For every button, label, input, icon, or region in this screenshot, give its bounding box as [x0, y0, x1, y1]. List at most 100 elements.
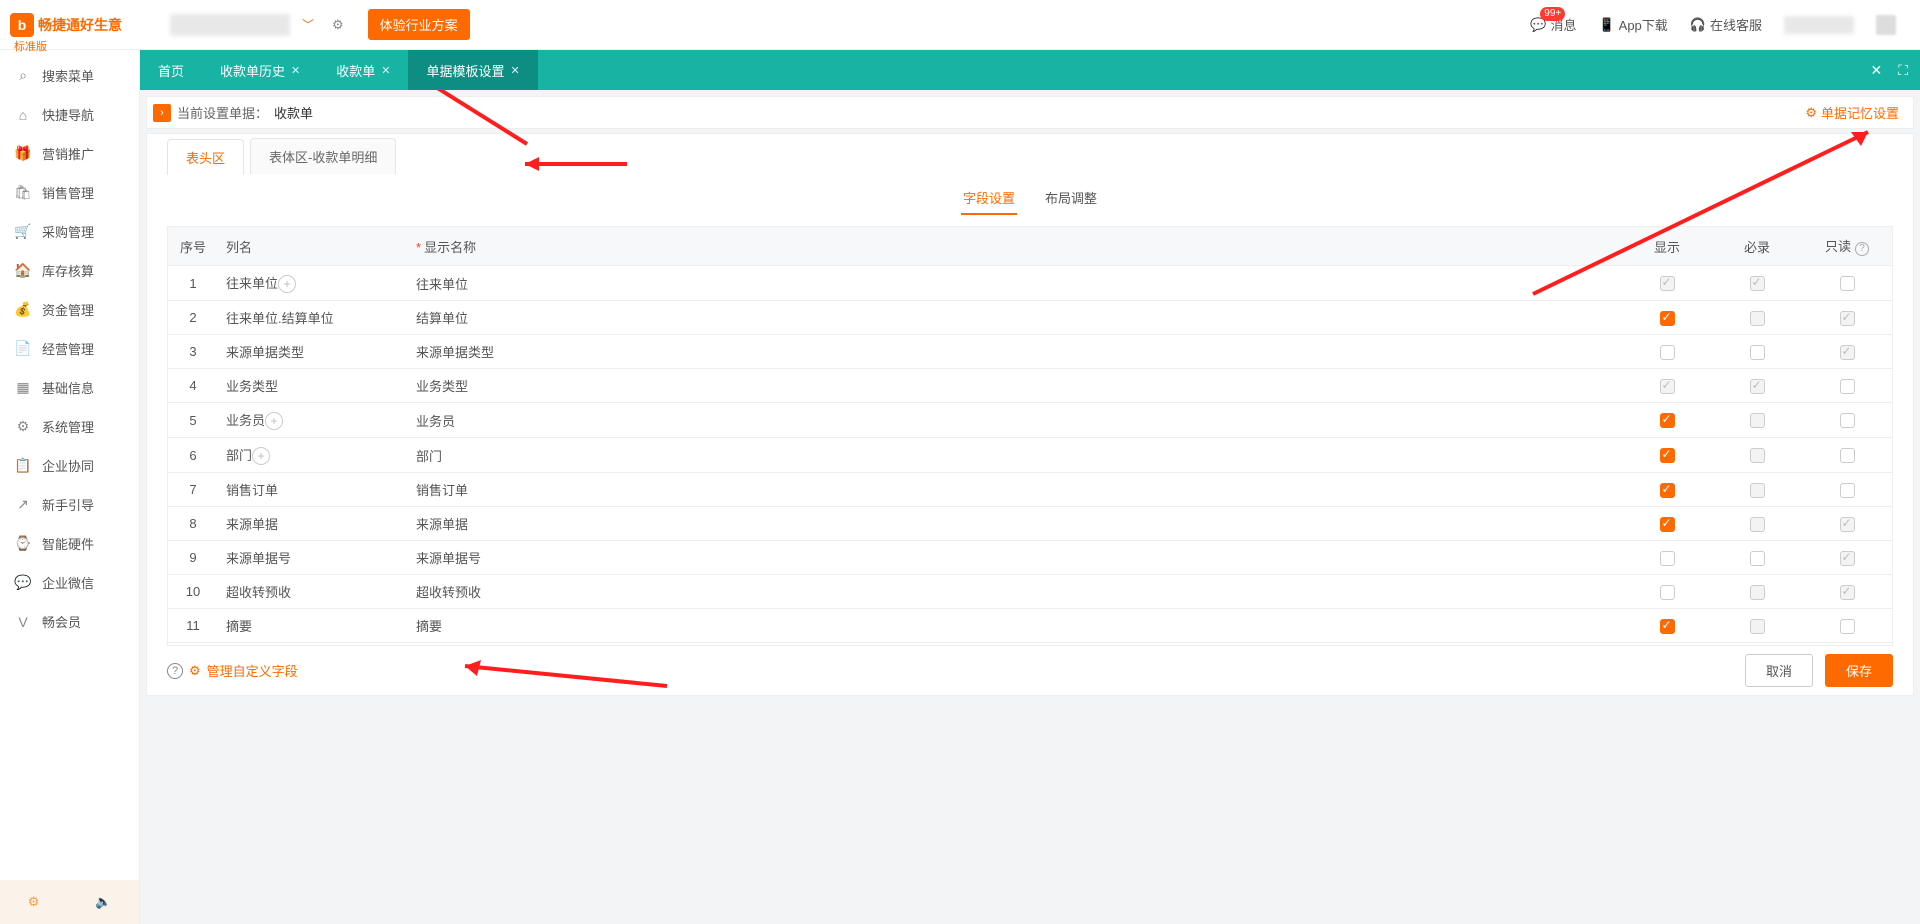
sidebar-item-wecom[interactable]: 💬企业微信 — [0, 563, 139, 602]
sidebar-item-basicinfo[interactable]: ▦基础信息 — [0, 368, 139, 407]
plus-icon[interactable]: + — [278, 275, 296, 293]
app-download-link[interactable]: 📱 App下载 — [1598, 15, 1667, 34]
settings-icon[interactable]: ⚙ — [28, 894, 40, 910]
checkbox[interactable] — [1660, 345, 1675, 360]
table-row: 10超收转预收超收转预收 — [168, 575, 1892, 609]
sidebar-item-sales[interactable]: 🛍销售管理 — [0, 173, 139, 212]
cancel-button[interactable]: 取消 — [1745, 654, 1813, 687]
checkbox[interactable] — [1660, 619, 1675, 634]
cell-display[interactable]: 业务员 — [408, 403, 1622, 438]
cell-show — [1622, 438, 1712, 473]
cell-display[interactable]: 摘要 — [408, 609, 1622, 643]
manage-custom-fields-link[interactable]: ? ⚙ 管理自定义字段 — [167, 661, 298, 680]
close-all-icon[interactable]: ✕ — [1870, 62, 1882, 79]
cell-readonly — [1802, 609, 1892, 643]
sidebar-item-purchase[interactable]: 🛒采购管理 — [0, 212, 139, 251]
sidebar-item-search-menu[interactable]: ⌕搜索菜单 — [0, 56, 139, 95]
tab-history[interactable]: 收款单历史✕ — [202, 50, 318, 90]
cell-readonly — [1802, 643, 1892, 647]
cell-display[interactable]: 来源单据类型 — [408, 335, 1622, 369]
sidebar-item-vip[interactable]: V畅会员 — [0, 602, 139, 641]
sidebar-item-sysmgmt[interactable]: ⚙系统管理 — [0, 407, 139, 446]
cell-display[interactable]: 往来单位 — [408, 266, 1622, 301]
collapse-toggle-icon[interactable]: › — [153, 104, 171, 122]
gear-icon[interactable]: ⚙ — [332, 17, 344, 33]
field-table: 序号 列名 *显示名称 显示 必录 只读? 1往来单位+往来单位2往来单位.结算… — [168, 227, 1892, 646]
sound-icon[interactable]: 🔈 — [95, 894, 111, 910]
zone-tab-1[interactable]: 表体区-收款单明细 — [250, 138, 396, 174]
cell-display[interactable]: 销售订单 — [408, 473, 1622, 507]
sidebar-item-label: 快捷导航 — [42, 105, 94, 124]
checkbox[interactable] — [1840, 276, 1855, 291]
online-service-link[interactable]: 🎧 在线客服 — [1690, 15, 1762, 34]
tabs-right: ✕ ⛶ — [1870, 50, 1920, 90]
checkbox[interactable] — [1660, 585, 1675, 600]
checkbox[interactable] — [1660, 551, 1675, 566]
sidebar-item-collab[interactable]: 📋企业协同 — [0, 446, 139, 485]
close-icon[interactable]: ✕ — [381, 64, 390, 77]
cell-required — [1712, 301, 1802, 335]
cell-name: 业务员+ — [218, 403, 408, 438]
cell-display[interactable]: 超收转预收 — [408, 575, 1622, 609]
sidebar-item-quick-nav[interactable]: ⌂快捷导航 — [0, 95, 139, 134]
checkbox[interactable] — [1750, 345, 1765, 360]
logo[interactable]: b 畅捷通好生意 — [10, 13, 140, 37]
avatar[interactable] — [1876, 15, 1896, 35]
checkbox[interactable] — [1660, 311, 1675, 326]
messages-link[interactable]: 💬 消息 99+ — [1530, 15, 1576, 34]
mode-tab-1[interactable]: 布局调整 — [1043, 182, 1099, 215]
fullscreen-icon[interactable]: ⛶ — [1898, 62, 1908, 79]
table-row: 9来源单据号来源单据号 — [168, 541, 1892, 575]
checkbox[interactable] — [1660, 483, 1675, 498]
sidebar-item-funds[interactable]: 💰资金管理 — [0, 290, 139, 329]
promo-button[interactable]: 体验行业方案 — [368, 9, 470, 40]
close-icon[interactable]: ✕ — [511, 64, 520, 77]
sidebar-item-label: 资金管理 — [42, 300, 94, 319]
tab-home[interactable]: 首页 — [140, 50, 202, 90]
mode-tab-0[interactable]: 字段设置 — [961, 182, 1017, 215]
cell-required — [1712, 335, 1802, 369]
save-button[interactable]: 保存 — [1825, 654, 1893, 687]
memory-settings-link[interactable]: ⚙ 单据记忆设置 — [1805, 103, 1907, 122]
checkbox[interactable] — [1750, 551, 1765, 566]
cell-display[interactable]: 结算单位 — [408, 301, 1622, 335]
close-icon[interactable]: ✕ — [291, 64, 300, 77]
sidebar-item-operation[interactable]: 📄经营管理 — [0, 329, 139, 368]
plus-icon[interactable]: + — [265, 412, 283, 430]
checkbox[interactable] — [1660, 448, 1675, 463]
checkbox — [1660, 276, 1675, 291]
table-row: 1往来单位+往来单位 — [168, 266, 1892, 301]
help-icon[interactable]: ? — [1855, 242, 1869, 256]
sidebar-item-inventory[interactable]: 🏠库存核算 — [0, 251, 139, 290]
guide-icon: ↗ — [14, 496, 32, 513]
cell-display[interactable]: 来源单据号 — [408, 541, 1622, 575]
cell-display[interactable]: 来源单据 — [408, 507, 1622, 541]
tab-receipt[interactable]: 收款单✕ — [318, 50, 408, 90]
sidebar-item-label: 智能硬件 — [42, 534, 94, 553]
plus-icon[interactable]: + — [252, 447, 270, 465]
cell-name: 部门+ — [218, 438, 408, 473]
cell-name: 销售订单 — [218, 473, 408, 507]
checkbox[interactable] — [1660, 517, 1675, 532]
cell-display[interactable]: 备注 — [408, 643, 1622, 647]
th-readonly: 只读? — [1802, 227, 1892, 266]
headset-icon: 🎧 — [1690, 17, 1706, 33]
sidebar-item-marketing[interactable]: 🎁营销推广 — [0, 134, 139, 173]
sidebar-item-hardware[interactable]: ⌚智能硬件 — [0, 524, 139, 563]
checkbox[interactable] — [1840, 448, 1855, 463]
sidebar-item-guide[interactable]: ↗新手引导 — [0, 485, 139, 524]
cell-display[interactable]: 业务类型 — [408, 369, 1622, 403]
tenant-selector[interactable]: ﹀ ⚙ 体验行业方案 — [170, 9, 470, 40]
zone-tab-0[interactable]: 表头区 — [167, 139, 244, 175]
mode-tabs: 字段设置布局调整 — [147, 182, 1913, 216]
checkbox[interactable] — [1840, 379, 1855, 394]
cell-show — [1622, 507, 1712, 541]
sidebar-item-label: 销售管理 — [42, 183, 94, 202]
tab-template[interactable]: 单据模板设置✕ — [408, 50, 537, 90]
checkbox[interactable] — [1660, 413, 1675, 428]
checkbox[interactable] — [1840, 413, 1855, 428]
checkbox[interactable] — [1840, 619, 1855, 634]
manage-custom-fields-label: 管理自定义字段 — [207, 661, 298, 680]
cell-display[interactable]: 部门 — [408, 438, 1622, 473]
checkbox[interactable] — [1840, 483, 1855, 498]
